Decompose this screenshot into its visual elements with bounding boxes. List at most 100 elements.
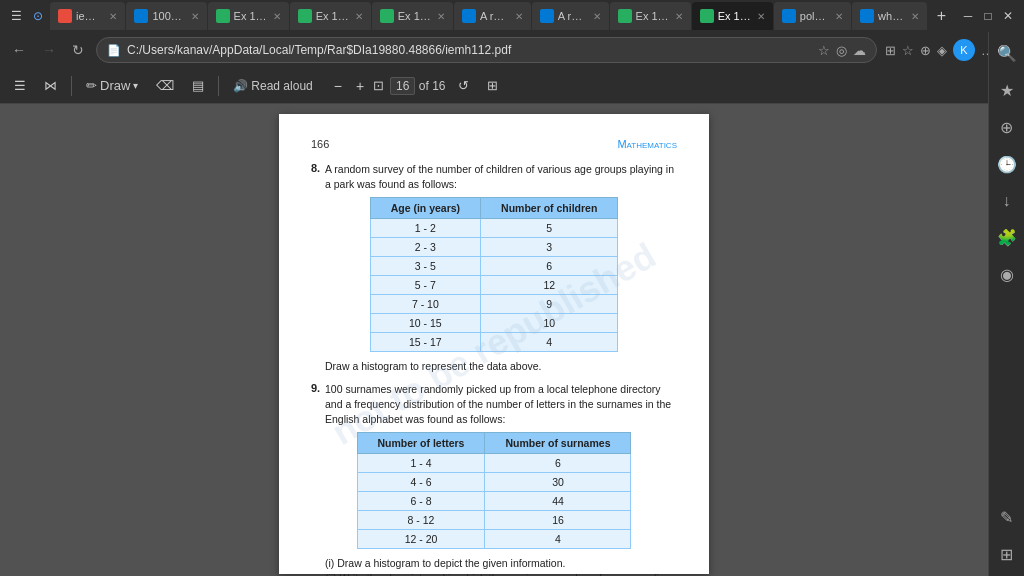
extensions-icon[interactable]: 🧩 — [989, 220, 1024, 255]
pdf-page: not to be republished 166 Mathematics 8.… — [279, 114, 709, 574]
address-input[interactable]: 📄 C:/Users/kanav/AppData/Local/Temp/Rar$… — [96, 37, 877, 63]
table-cell: 5 — [481, 219, 618, 238]
tabs-area: iemh11...✕100 sum...✕Ex 12.1, ...✕Ex 13.… — [50, 2, 927, 30]
tab-t9[interactable]: Ex 12.1, ...✕ — [692, 2, 773, 30]
table-cell: 15 - 17 — [370, 333, 480, 352]
tab-close-t11[interactable]: ✕ — [911, 11, 919, 22]
table-row: 8 - 1216 — [357, 511, 631, 530]
tab-t1[interactable]: iemh11... ✕ — [50, 2, 125, 30]
table-cell: 30 — [485, 473, 631, 492]
tab-t3[interactable]: Ex 12.1, ... ✕ — [208, 2, 289, 30]
title-bar: ☰ ⊙ iemh11...✕100 sum...✕Ex 12.1, ...✕Ex… — [0, 0, 1024, 32]
feedback-icon[interactable]: ◎ — [836, 43, 847, 58]
tab-label-t3: Ex 12.1, ... — [234, 10, 267, 22]
more-tools-button[interactable]: ⊞ — [481, 74, 504, 97]
profile-icon[interactable]: K — [953, 39, 975, 61]
cursor-button[interactable]: ⋈ — [38, 74, 63, 97]
tab-label-t7: A rando... — [558, 10, 587, 22]
tab-label-t1: iemh11... — [76, 10, 103, 22]
current-page[interactable]: 16 — [390, 77, 415, 95]
browser-essentials-icon[interactable]: ◈ — [937, 43, 947, 58]
tab-favicon-t5 — [380, 9, 394, 23]
tab-favicon-t9 — [700, 9, 714, 23]
window-controls[interactable]: ☰ ⊙ — [8, 8, 46, 24]
favorites-icon[interactable]: ★ — [989, 73, 1024, 108]
tab-favicon-t4 — [298, 9, 312, 23]
toolbar-separator-1 — [71, 76, 72, 96]
tab-close-t5[interactable]: ✕ — [437, 11, 445, 22]
settings-icon[interactable]: ⊞ — [989, 537, 1024, 572]
tab-close-t7[interactable]: ✕ — [593, 11, 601, 22]
question-8-block: 8. A random survey of the number of chil… — [311, 162, 677, 372]
page-info: 16 of 16 — [390, 79, 445, 93]
feedback-icon[interactable]: ✎ — [989, 500, 1024, 535]
favorites-icon[interactable]: ☆ — [902, 43, 914, 58]
draw-button[interactable]: ✏ Draw ▾ — [80, 74, 144, 97]
tab-close-t10[interactable]: ✕ — [835, 11, 843, 22]
tab-close-t1[interactable]: ✕ — [109, 11, 117, 22]
tab-t10[interactable]: polygon...✕ — [774, 2, 851, 30]
question-9-block: 9. 100 surnames were randomly picked up … — [311, 382, 677, 576]
split-screen-icon[interactable]: ⊞ — [885, 43, 896, 58]
read-aloud-button[interactable]: 🔊 Read aloud — [227, 75, 318, 97]
tab-t6[interactable]: A rando...✕ — [454, 2, 531, 30]
close-button[interactable]: ✕ — [1000, 8, 1016, 24]
tab-favicon-t6 — [462, 9, 476, 23]
settings-circle-icon[interactable]: ◉ — [989, 257, 1024, 292]
tab-favicon-t2 — [134, 9, 148, 23]
speaker-icon: 🔊 — [233, 79, 248, 93]
menu-button[interactable]: ☰ — [8, 74, 32, 97]
tab-t2[interactable]: 100 sum...✕ — [126, 2, 206, 30]
table-cell: 9 — [481, 295, 618, 314]
page-separator: of — [419, 79, 432, 93]
toolbar-separator-2 — [218, 76, 219, 96]
rotate-button[interactable]: ↺ — [452, 74, 475, 97]
refresh-button[interactable]: ↻ — [68, 40, 88, 60]
zoom-out-button[interactable]: − — [329, 76, 347, 96]
tab-close-t4[interactable]: ✕ — [355, 11, 363, 22]
tab-close-t9[interactable]: ✕ — [757, 11, 765, 22]
q8-number: 8. — [311, 162, 320, 174]
tab-t5[interactable]: Ex 13.3, ... ✕ — [372, 2, 453, 30]
back-button[interactable]: ← — [8, 40, 30, 60]
collections-icon[interactable]: ⊕ — [920, 43, 931, 58]
fit-icon[interactable]: ⊡ — [373, 78, 384, 93]
tab-label-t8: Ex 12.1, ... — [636, 10, 669, 22]
eraser-button[interactable]: ⌫ — [150, 74, 180, 97]
fit-page-button[interactable]: ▤ — [186, 74, 210, 97]
tab-close-t2[interactable]: ✕ — [191, 11, 199, 22]
tab-t8[interactable]: Ex 12.1, ... ✕ — [610, 2, 691, 30]
new-tab-button[interactable]: + — [931, 7, 952, 25]
tab-favicon-t8 — [618, 9, 632, 23]
star-icon[interactable]: ☆ — [818, 43, 830, 58]
history-icon[interactable]: 🕒 — [989, 147, 1024, 182]
tab-label-t5: Ex 13.3, ... — [398, 10, 431, 22]
tab-favicon-t1 — [58, 9, 72, 23]
tab-close-t3[interactable]: ✕ — [273, 11, 281, 22]
zoom-in-button[interactable]: + — [351, 76, 369, 96]
q9-table: Number of lettersNumber of surnames1 - 4… — [357, 432, 632, 549]
tab-t11[interactable]: why do...✕ — [852, 2, 927, 30]
q9-subquestions: (i) Draw a histogram to depict the given… — [311, 557, 677, 576]
table-cell: 6 — [485, 454, 631, 473]
minimize-button[interactable]: ─ — [960, 8, 976, 24]
tab-t4[interactable]: Ex 13.3, ...✕ — [290, 2, 371, 30]
table-cell: 3 — [481, 238, 618, 257]
readonly-icon[interactable]: ☁ — [853, 43, 866, 58]
tab-close-t6[interactable]: ✕ — [515, 11, 523, 22]
collections-icon[interactable]: ⊕ — [989, 110, 1024, 145]
file-icon: 📄 — [107, 44, 121, 57]
table-row: 2 - 33 — [370, 238, 618, 257]
downloads-icon[interactable]: ↓ — [989, 184, 1024, 218]
table-cell: 2 - 3 — [370, 238, 480, 257]
table-cell: 12 - 20 — [357, 530, 485, 549]
draw-label: Draw — [100, 78, 130, 93]
maximize-button[interactable]: □ — [980, 8, 996, 24]
tab-close-t8[interactable]: ✕ — [675, 11, 683, 22]
tab-t7[interactable]: A rando... ✕ — [532, 2, 609, 30]
pdf-toolbar: ☰ ⋈ ✏ Draw ▾ ⌫ ▤ 🔊 Read aloud − + ⊡ 16 o… — [0, 68, 1024, 104]
forward-button[interactable]: → — [38, 40, 60, 60]
draw-chevron: ▾ — [133, 80, 138, 91]
pdf-viewer-area[interactable]: not to be republished 166 Mathematics 8.… — [0, 104, 988, 576]
search-icon[interactable]: 🔍 — [989, 36, 1024, 71]
